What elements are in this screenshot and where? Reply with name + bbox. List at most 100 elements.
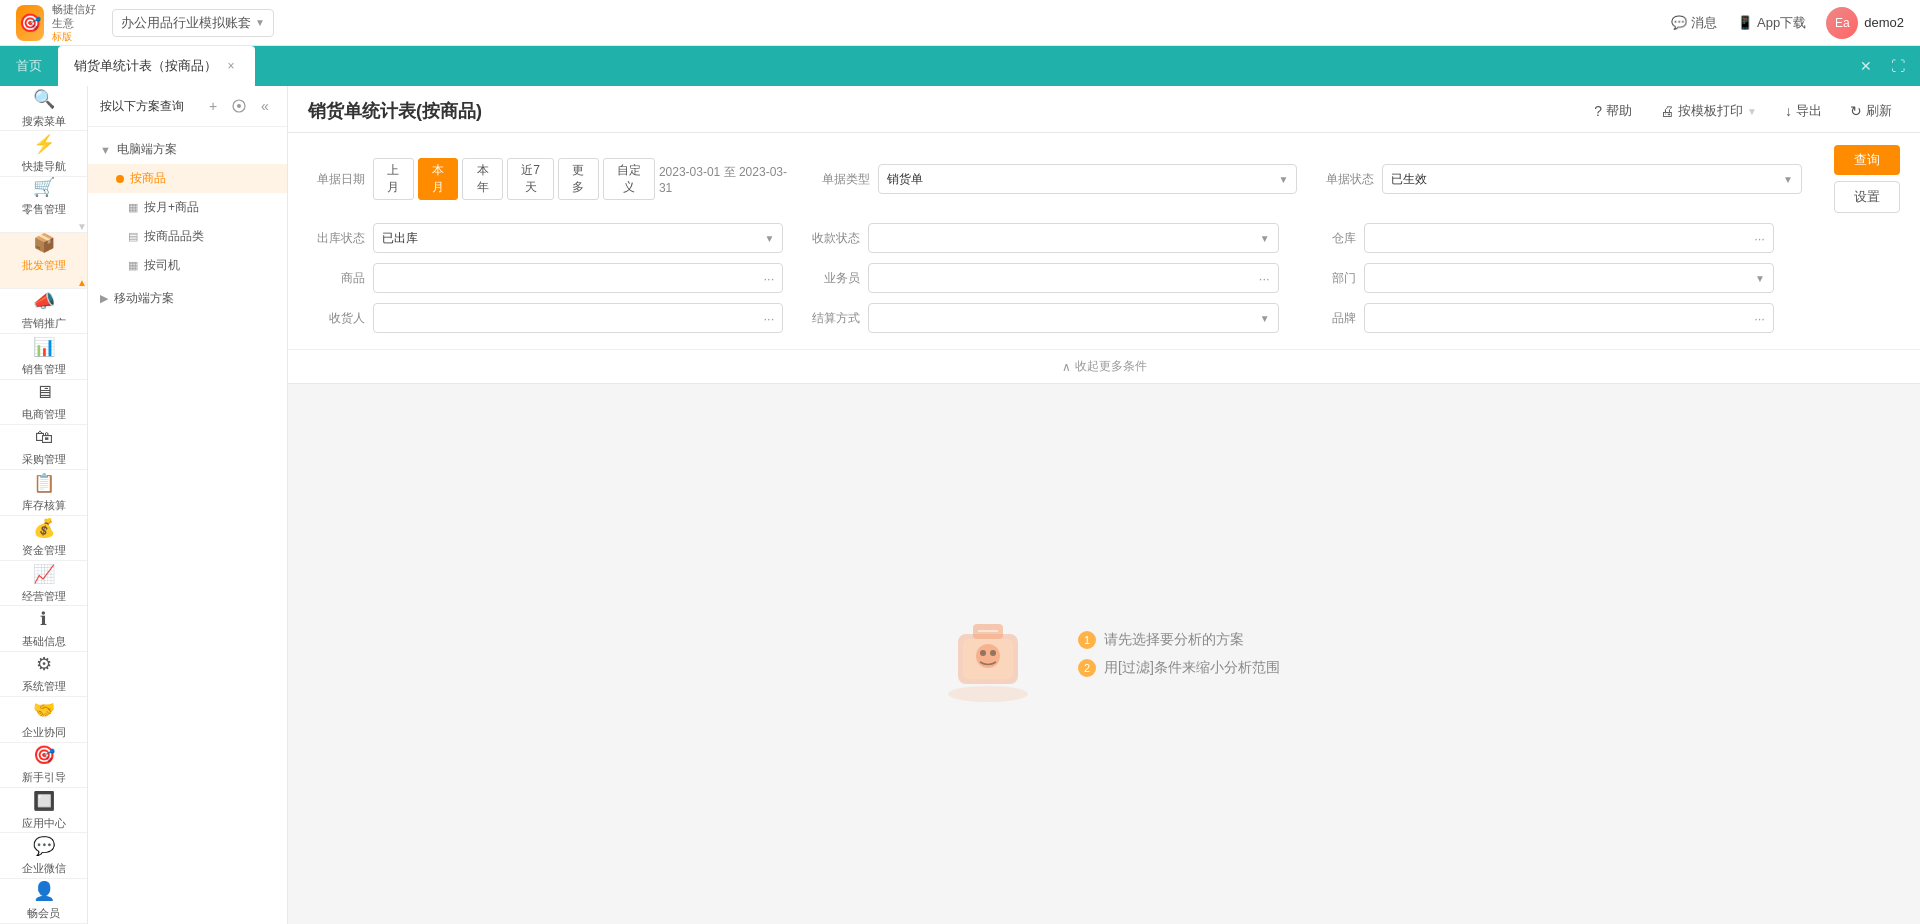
tab-home[interactable]: 首页 — [0, 46, 58, 86]
sidebar-search-menu[interactable]: 🔍 搜索菜单 — [0, 86, 87, 131]
settings-button[interactable]: 设置 — [1834, 181, 1900, 213]
tree-item-by-product[interactable]: 按商品 — [88, 164, 287, 193]
sidebar-item-inventory[interactable]: 📋 库存核算 — [0, 470, 87, 515]
wholesale-icon: 📦 — [33, 232, 55, 254]
tree-section-desktop-header[interactable]: ▼ 电脑端方案 — [88, 135, 287, 164]
tab-close-icon[interactable]: × — [223, 58, 239, 74]
apps-icon: 🔲 — [33, 790, 55, 812]
empty-tip-2: 2 用[过滤]条件来缩小分析范围 — [1078, 659, 1280, 677]
print-icon: 🖨 — [1660, 103, 1674, 119]
operations-label: 经营管理 — [22, 589, 66, 604]
filter-recipient-label: 收货人 — [308, 310, 373, 327]
collapse-more-bar[interactable]: ∧ 收起更多条件 — [288, 349, 1920, 383]
scheme-panel-actions: + « — [203, 96, 275, 116]
warehouse-ellipsis-icon: ··· — [1754, 231, 1765, 246]
filter-settlement-control[interactable]: ▼ — [868, 303, 1278, 333]
tree-section-mobile: ▶ 移动端方案 — [88, 284, 287, 313]
sidebar-quick-nav[interactable]: ⚡ 快捷导航 — [0, 131, 87, 176]
tree-item-by-month-product[interactable]: ▦ 按月+商品 — [88, 193, 287, 222]
collapse-up-icon: ∧ — [1062, 360, 1071, 374]
tree-item-by-category[interactable]: ▤ 按商品品类 — [88, 222, 287, 251]
sidebar-item-wholesale[interactable]: 📦 批发管理 ▲ — [0, 233, 87, 289]
filter-doc-status-value: 已生效 — [1391, 171, 1427, 188]
filter-salesperson-label: 业务员 — [803, 270, 868, 287]
filter-doc-status-control[interactable]: 已生效 ▼ — [1382, 164, 1802, 194]
messages-button[interactable]: 💬 消息 — [1671, 14, 1717, 32]
sidebar-item-apps[interactable]: 🔲 应用中心 — [0, 788, 87, 833]
app-logo-icon: 🎯 — [16, 5, 44, 41]
filter-department-label: 部门 — [1299, 270, 1364, 287]
sidebar-item-basics[interactable]: ℹ 基础信息 — [0, 606, 87, 651]
purchase-label: 采购管理 — [22, 452, 66, 467]
sidebar-item-purchase[interactable]: 🛍 采购管理 — [0, 425, 87, 470]
message-icon: 💬 — [1671, 15, 1687, 30]
sidebar-item-system[interactable]: ⚙ 系统管理 — [0, 652, 87, 697]
filter-warehouse-control[interactable]: ··· — [1364, 223, 1774, 253]
sidebar-item-retail[interactable]: 🛒 零售管理 ▼ — [0, 177, 87, 233]
filter-salesperson-control[interactable]: ··· — [868, 263, 1278, 293]
scheme-add-button[interactable]: + — [203, 96, 223, 116]
member-icon: 👤 — [33, 880, 55, 902]
tree-section-mobile-header[interactable]: ▶ 移动端方案 — [88, 284, 287, 313]
tab-fullscreen-button[interactable]: ⛶ — [1884, 52, 1912, 80]
filter-item-salesperson: 业务员 ··· — [803, 263, 1278, 293]
page-header-actions: ? 帮助 🖨 按模板打印 ▼ ↓ 导出 ↻ — [1586, 98, 1900, 124]
department-arrow-icon: ▼ — [1755, 273, 1765, 284]
scheme-panel-header: 按以下方案查询 + « — [88, 86, 287, 127]
filter-product-control[interactable]: ··· — [373, 263, 783, 293]
sidebar-item-guide[interactable]: 🎯 新手引导 — [0, 743, 87, 788]
template-print-button[interactable]: 🖨 按模板打印 ▼ — [1652, 98, 1765, 124]
user-avatar-area[interactable]: Ea demo2 — [1826, 7, 1904, 39]
export-label: 导出 — [1796, 102, 1822, 120]
empty-image — [928, 594, 1048, 714]
svg-point-2 — [948, 686, 1028, 702]
date-btn-more[interactable]: 更多 — [558, 158, 599, 200]
date-btn-custom[interactable]: 自定义 — [603, 158, 655, 200]
help-button[interactable]: ? 帮助 — [1586, 98, 1640, 124]
sidebar-item-member[interactable]: 👤 畅会员 — [0, 879, 87, 924]
filter-recipient-control[interactable]: ··· — [373, 303, 783, 333]
filter-out-status-control[interactable]: 已出库 ▼ — [373, 223, 783, 253]
tab-bar-actions: ✕ ⛶ — [1852, 52, 1920, 80]
tab-sales-stats[interactable]: 销货单统计表（按商品） × — [58, 46, 255, 86]
tab-close-all-button[interactable]: ✕ — [1852, 52, 1880, 80]
marketing-label: 营销推广 — [22, 316, 66, 331]
app-download-button[interactable]: 📱 App下载 — [1737, 14, 1806, 32]
avatar: Ea — [1826, 7, 1858, 39]
sidebar-item-marketing[interactable]: 📣 营销推广 — [0, 289, 87, 334]
tree-item-by-driver[interactable]: ▦ 按司机 — [88, 251, 287, 280]
tree-item-by-month-product-label: 按月+商品 — [144, 199, 199, 216]
main-layout: 🔍 搜索菜单 ⚡ 快捷导航 🛒 零售管理 ▼ 📦 批发管理 ▲ 📣 营销推广 📊… — [0, 86, 1920, 924]
sidebar-item-ecommerce[interactable]: 🖥 电商管理 — [0, 380, 87, 425]
scheme-edit-button[interactable] — [229, 96, 249, 116]
filter-doc-status-label: 单据状态 — [1317, 171, 1382, 188]
filter-payment-status-control[interactable]: ▼ — [868, 223, 1278, 253]
date-btn-this-year[interactable]: 本年 — [462, 158, 503, 200]
member-label: 畅会员 — [27, 906, 60, 921]
export-button[interactable]: ↓ 导出 — [1777, 98, 1830, 124]
filter-out-status-value: 已出库 — [382, 230, 418, 247]
date-btn-this-month[interactable]: 本月 — [418, 158, 459, 200]
scheme-collapse-button[interactable]: « — [255, 96, 275, 116]
page-title: 销货单统计表(按商品) — [308, 99, 482, 123]
date-btn-last-month[interactable]: 上月 — [373, 158, 414, 200]
filter-brand-control[interactable]: ··· — [1364, 303, 1774, 333]
logo-area: 🎯 畅捷信好生意 标版 — [16, 2, 104, 44]
sidebar-item-sales[interactable]: 📊 销售管理 — [0, 334, 87, 379]
industry-selector[interactable]: 办公用品行业模拟账套 ▼ — [112, 9, 274, 37]
basics-label: 基础信息 — [22, 634, 66, 649]
recipient-ellipsis-icon: ··· — [763, 311, 774, 326]
filter-doc-type-control[interactable]: 销货单 ▼ — [878, 164, 1298, 194]
refresh-button[interactable]: ↻ 刷新 — [1842, 98, 1900, 124]
sidebar-item-finance[interactable]: 💰 资金管理 — [0, 516, 87, 561]
filter-department-control[interactable]: ▼ — [1364, 263, 1774, 293]
query-button[interactable]: 查询 — [1834, 145, 1900, 175]
sidebar-item-wechat[interactable]: 💬 企业微信 — [0, 833, 87, 878]
sidebar-item-collab[interactable]: 🤝 企业协同 — [0, 697, 87, 742]
export-icon: ↓ — [1785, 103, 1792, 119]
collapse-more-label: 收起更多条件 — [1075, 358, 1147, 375]
filter-date-controls: 上月 本月 本年 近7天 更多 自定义 2023-03-01 至 2023-03… — [373, 158, 793, 200]
sidebar-item-operations[interactable]: 📈 经营管理 — [0, 561, 87, 606]
app-download-label: App下载 — [1757, 14, 1806, 32]
date-btn-last-7-days[interactable]: 近7天 — [507, 158, 554, 200]
